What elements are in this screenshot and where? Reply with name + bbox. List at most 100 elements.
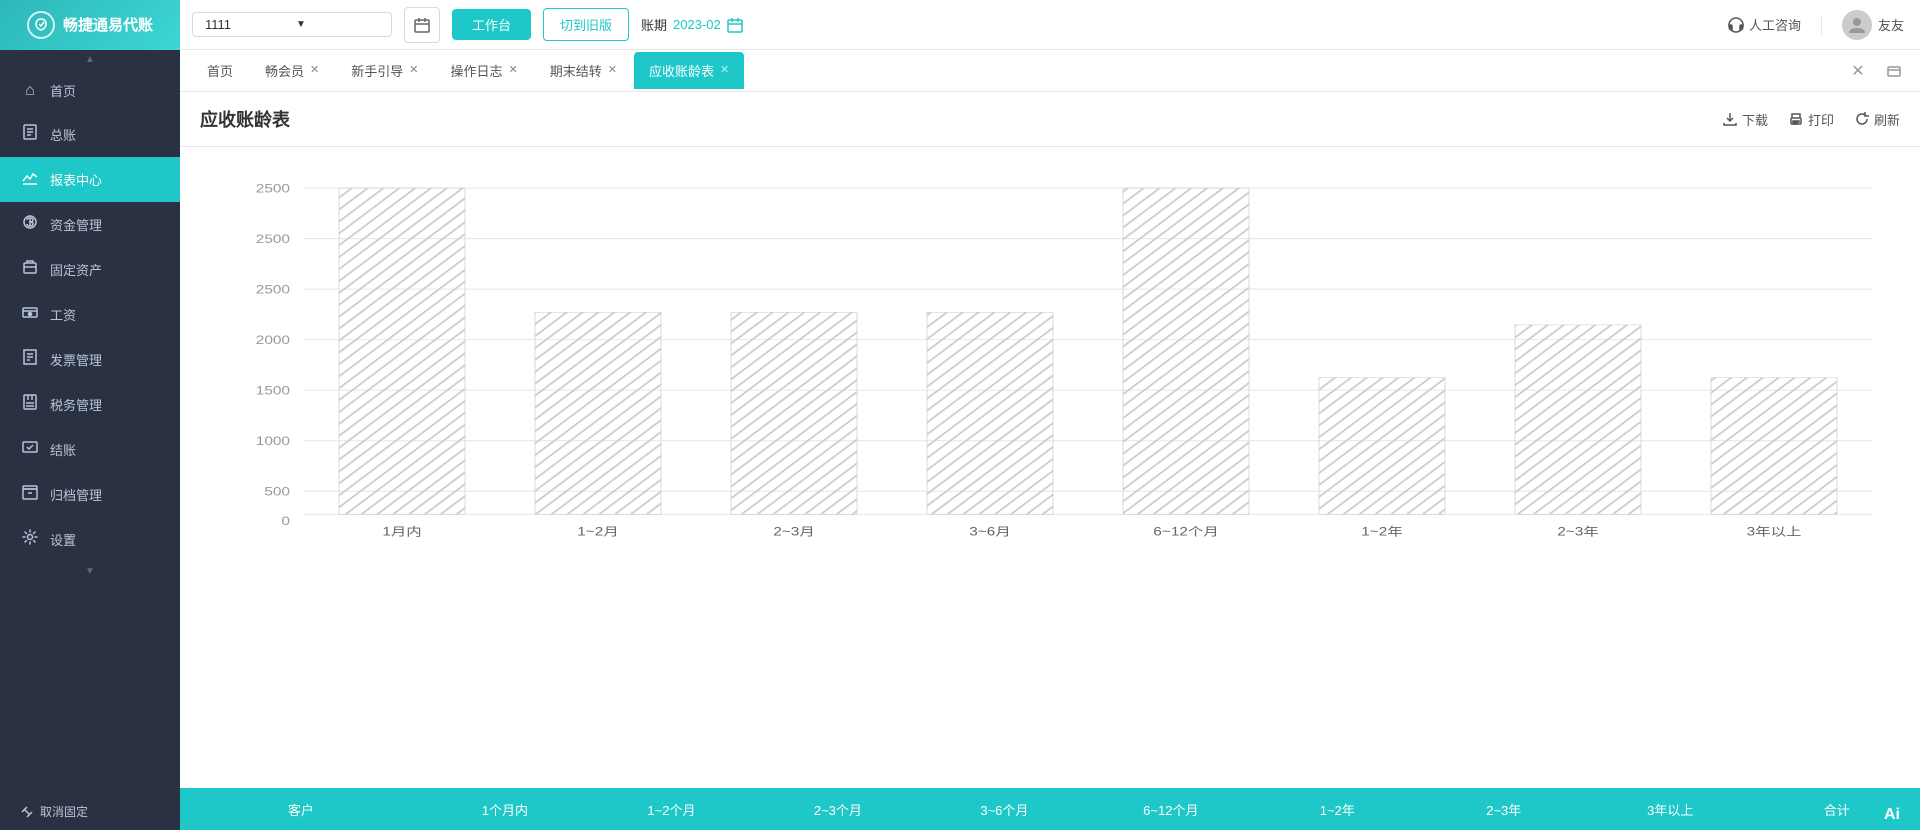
page-content: 应收账龄表 下载 — [180, 92, 1920, 830]
ai-badge[interactable]: Ai — [1864, 800, 1920, 830]
svg-text:2500: 2500 — [256, 233, 291, 246]
sidebar-pin-button[interactable]: 取消固定 — [0, 793, 180, 830]
report-icon — [20, 169, 40, 190]
sidebar-item-settings[interactable]: 设置 — [0, 517, 180, 562]
tab-home-label: 首页 — [207, 61, 233, 80]
svg-text:1~2年: 1~2年 — [1361, 525, 1402, 538]
funds-icon — [20, 214, 40, 235]
tab-yearend-label: 期末结转 — [550, 61, 602, 80]
assets-icon — [20, 259, 40, 280]
print-button[interactable]: 打印 — [1788, 110, 1834, 129]
tabs-bar: 首页 畅会员 ✕ 新手引导 ✕ 操作日志 ✕ 期末结转 ✕ 应收账龄表 ✕ — [180, 50, 1920, 92]
settings-icon — [20, 529, 40, 550]
tab-member-label: 畅会员 — [265, 61, 304, 80]
svg-text:1500: 1500 — [256, 384, 291, 397]
sidebar-item-report[interactable]: 报表中心 — [0, 157, 180, 202]
sidebar-item-label: 固定资产 — [50, 260, 102, 279]
home-icon: ⌂ — [20, 82, 40, 100]
svg-text:2000: 2000 — [256, 334, 291, 347]
col-1-2year: 1~2年 — [1254, 800, 1420, 819]
support-button[interactable]: 人工咨询 — [1727, 15, 1801, 34]
sidebar-item-checkout[interactable]: 结账 — [0, 427, 180, 472]
svg-text:3年以上: 3年以上 — [1747, 525, 1802, 538]
download-icon — [1722, 111, 1738, 127]
scroll-down-indicator[interactable]: ▼ — [0, 562, 180, 581]
period-value: 2023-02 — [673, 17, 721, 32]
tab-oplog[interactable]: 操作日志 ✕ — [435, 52, 532, 89]
sidebar-item-home[interactable]: ⌂ 首页 — [0, 69, 180, 112]
bar-3年以上 — [1711, 378, 1837, 515]
switch-version-button[interactable]: 切到旧版 — [543, 8, 629, 41]
sidebar-item-archive[interactable]: 归档管理 — [0, 472, 180, 517]
calendar-icon-btn[interactable] — [404, 7, 440, 43]
tab-member-close[interactable]: ✕ — [310, 65, 319, 76]
close-all-tabs-button[interactable]: ✕ — [1844, 57, 1872, 85]
tab-home[interactable]: 首页 — [192, 52, 248, 89]
page-actions: 下载 打印 — [1722, 110, 1900, 129]
sidebar-item-label: 报表中心 — [50, 170, 102, 189]
sidebar-item-invoice[interactable]: 发票管理 — [0, 337, 180, 382]
tab-yearend[interactable]: 期末结转 ✕ — [535, 52, 632, 89]
sidebar-item-label: 归档管理 — [50, 485, 102, 504]
header-right: 人工咨询 友友 — [1727, 10, 1904, 40]
col-1-2month: 1~2个月 — [588, 800, 754, 819]
bar-3-6月 — [927, 312, 1053, 514]
user-menu[interactable]: 友友 — [1842, 10, 1904, 40]
tab-oplog-close[interactable]: ✕ — [509, 65, 518, 76]
content-area: 首页 畅会员 ✕ 新手引导 ✕ 操作日志 ✕ 期末结转 ✕ 应收账龄表 ✕ — [180, 50, 1920, 830]
aging-chart: 2500 2500 2500 2000 1500 1000 500 0 — [220, 167, 1900, 567]
svg-text:2~3月: 2~3月 — [773, 525, 814, 538]
chart-container: 2500 2500 2500 2000 1500 1000 500 0 — [180, 147, 1920, 788]
sidebar: ▲ ⌂ 首页 总账 报表中心 — [0, 50, 180, 830]
sidebar-item-tax[interactable]: 税务管理 — [0, 382, 180, 427]
logo-icon — [27, 11, 55, 39]
sidebar-item-assets[interactable]: 固定资产 — [0, 247, 180, 292]
download-button[interactable]: 下载 — [1722, 110, 1768, 129]
sidebar-item-label: 资金管理 — [50, 215, 102, 234]
company-selector[interactable]: 1111 ▼ — [192, 12, 392, 37]
tab-yearend-close[interactable]: ✕ — [608, 65, 617, 76]
sidebar-item-label: 发票管理 — [50, 350, 102, 369]
tax-icon — [20, 394, 40, 415]
page-header: 应收账龄表 下载 — [180, 92, 1920, 147]
pin-icon — [20, 805, 34, 819]
sidebar-item-label: 税务管理 — [50, 395, 102, 414]
col-3year-plus: 3年以上 — [1587, 800, 1753, 819]
sidebar-item-salary[interactable]: 工资 — [0, 292, 180, 337]
svg-text:1月内: 1月内 — [382, 525, 421, 538]
refresh-icon — [1854, 111, 1870, 127]
bar-6-12月 — [1123, 188, 1249, 514]
period-calendar-icon[interactable] — [727, 17, 743, 33]
svg-text:2500: 2500 — [256, 182, 291, 195]
tab-guide-close[interactable]: ✕ — [409, 65, 418, 76]
bar-2-3月 — [731, 312, 857, 514]
chevron-down-icon: ▼ — [296, 19, 379, 30]
col-customer: 客户 — [180, 800, 422, 819]
tab-aging[interactable]: 应收账龄表 ✕ — [634, 52, 744, 89]
refresh-label: 刷新 — [1874, 110, 1900, 129]
col-6-12month: 6~12个月 — [1088, 800, 1254, 819]
avatar — [1842, 10, 1872, 40]
maximize-button[interactable] — [1880, 57, 1908, 85]
svg-text:2500: 2500 — [256, 283, 291, 296]
tab-member[interactable]: 畅会员 ✕ — [250, 52, 334, 89]
salary-icon — [20, 304, 40, 325]
bar-1月内 — [339, 188, 465, 514]
support-label: 人工咨询 — [1749, 15, 1801, 34]
tab-aging-label: 应收账龄表 — [649, 61, 714, 80]
logo-text: 畅捷通易代账 — [63, 14, 153, 35]
tab-guide[interactable]: 新手引导 ✕ — [336, 52, 433, 89]
sidebar-item-label: 总账 — [50, 125, 76, 144]
refresh-button[interactable]: 刷新 — [1854, 110, 1900, 129]
bar-1-2月 — [535, 312, 661, 514]
svg-text:500: 500 — [264, 485, 290, 498]
tab-aging-close[interactable]: ✕ — [720, 65, 729, 76]
col-2-3month: 2~3个月 — [755, 800, 921, 819]
workbench-button[interactable]: 工作台 — [452, 9, 531, 40]
sidebar-item-label: 工资 — [50, 305, 76, 324]
user-name: 友友 — [1878, 15, 1904, 34]
scroll-up-indicator[interactable]: ▲ — [0, 50, 180, 69]
period-area: 账期 2023-02 — [641, 15, 743, 34]
sidebar-item-funds[interactable]: 资金管理 — [0, 202, 180, 247]
sidebar-item-ledger[interactable]: 总账 — [0, 112, 180, 157]
